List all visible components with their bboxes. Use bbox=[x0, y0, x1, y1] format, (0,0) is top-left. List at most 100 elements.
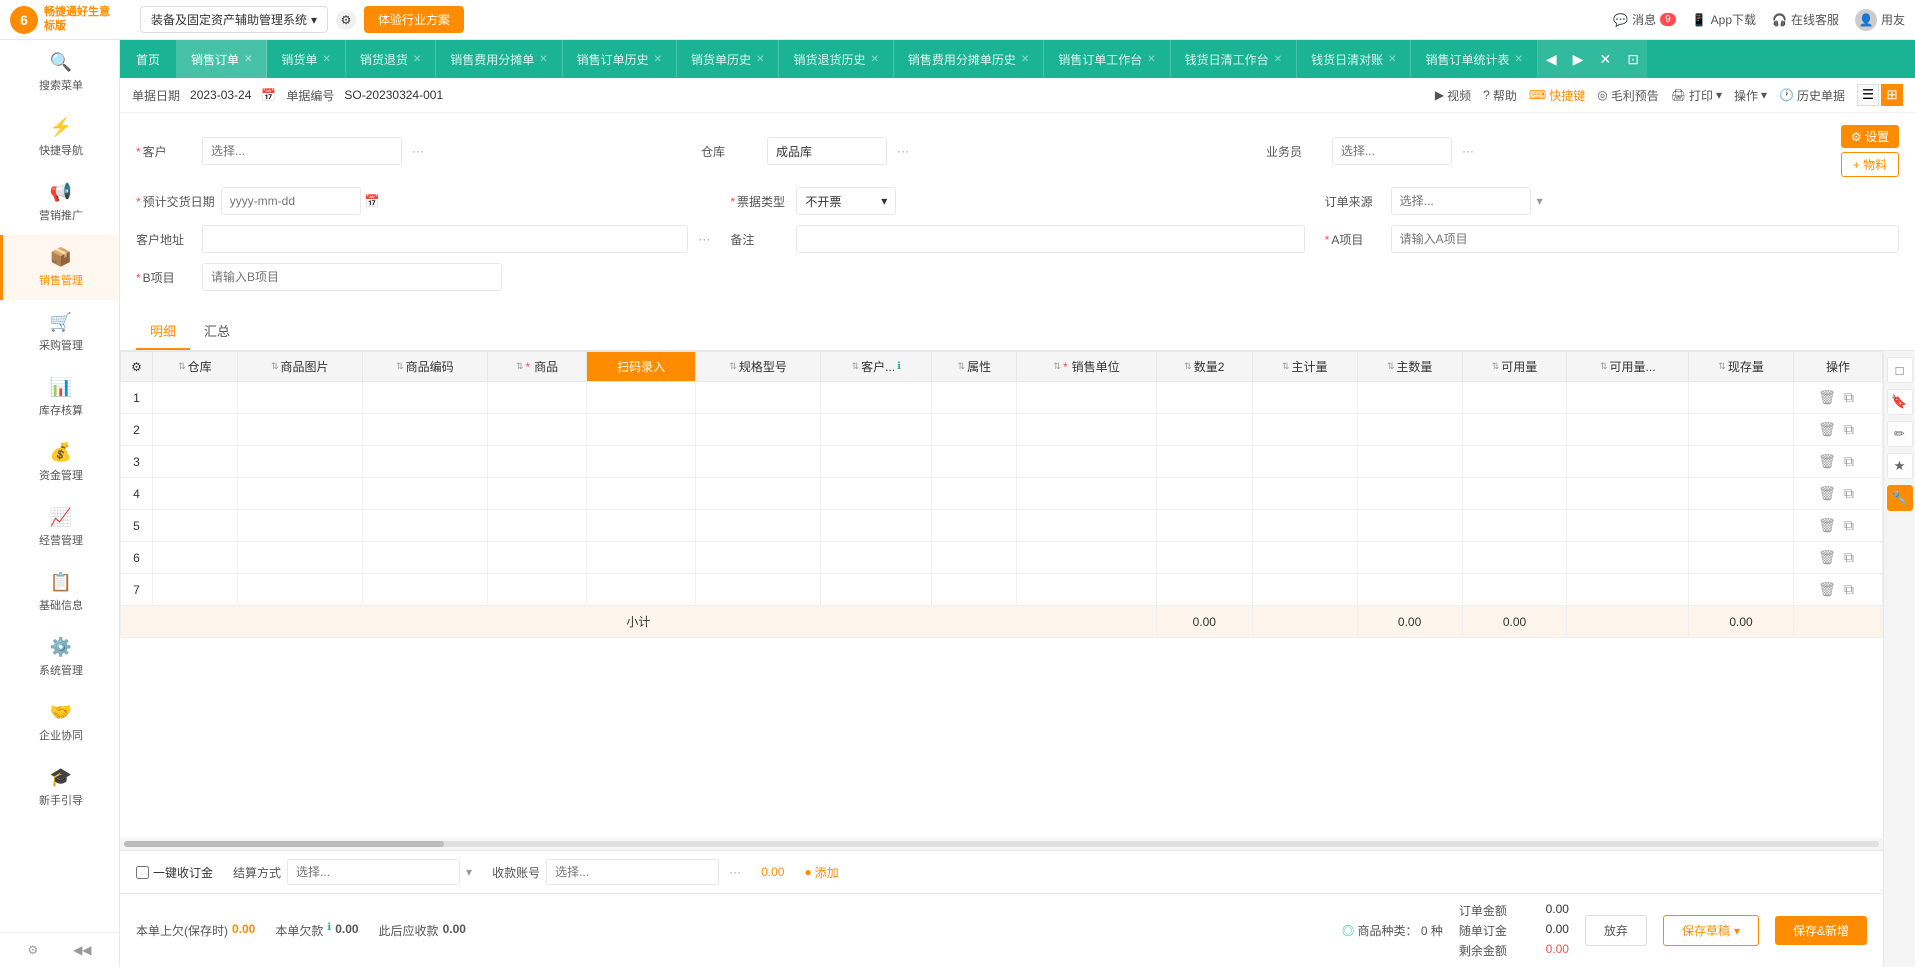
sidebar-item-sales[interactable]: 📦 销售管理 bbox=[0, 235, 119, 300]
th-code[interactable]: ⇅商品编码 bbox=[362, 352, 487, 382]
tab-close-sales-fee[interactable]: ✕ bbox=[539, 54, 547, 65]
row-2-image[interactable] bbox=[237, 414, 362, 446]
horizontal-scrollbar[interactable] bbox=[120, 838, 1883, 850]
th-customer-code[interactable]: ⇅客户...ℹ bbox=[821, 352, 932, 382]
tab-prev-btn[interactable]: ◀ bbox=[1538, 40, 1565, 78]
row-1-warehouse[interactable] bbox=[153, 382, 238, 414]
delete-icon-5[interactable]: 🗑 bbox=[1818, 517, 1836, 535]
row-2-stock[interactable] bbox=[1689, 414, 1794, 446]
scroll-thumb[interactable] bbox=[124, 841, 444, 847]
tab-close-invoice-history[interactable]: ✕ bbox=[756, 54, 764, 65]
bank-input[interactable] bbox=[546, 859, 719, 885]
sidebar-item-operations[interactable]: 📈 经营管理 bbox=[0, 495, 119, 560]
row-1-code[interactable] bbox=[362, 382, 487, 414]
row-1-stock[interactable] bbox=[1689, 382, 1794, 414]
row-1-image[interactable] bbox=[237, 382, 362, 414]
rpanel-icon-1[interactable]: □ bbox=[1887, 357, 1913, 383]
current-debt-info-icon[interactable]: ℹ bbox=[327, 922, 331, 939]
delete-icon-2[interactable]: 🗑 bbox=[1818, 421, 1836, 439]
row-1-spec[interactable] bbox=[696, 382, 821, 414]
staff-input[interactable] bbox=[1332, 137, 1452, 165]
tab-close-fee-history[interactable]: ✕ bbox=[1021, 54, 1029, 65]
sidebar-item-guide[interactable]: 🎓 新手引导 bbox=[0, 755, 119, 820]
copy-icon-2[interactable]: ⧉ bbox=[1840, 421, 1858, 439]
tab-daily-workbench[interactable]: 钱货日清工作台 ✕ bbox=[1171, 40, 1297, 78]
row-2-product[interactable] bbox=[487, 414, 586, 446]
sidebar-item-search[interactable]: 🔍 搜索菜单 bbox=[0, 40, 119, 105]
th-main-qty[interactable]: ⇅主数量 bbox=[1357, 352, 1462, 382]
tab-close-daily-workbench[interactable]: ✕ bbox=[1274, 54, 1282, 65]
tab-sales-return[interactable]: 销货退货 ✕ bbox=[346, 40, 436, 78]
delivery-input[interactable] bbox=[221, 187, 361, 215]
bank-dots-icon[interactable]: ··· bbox=[729, 865, 741, 879]
copy-icon-3[interactable]: ⧉ bbox=[1840, 453, 1858, 471]
row-1-customer-code[interactable] bbox=[821, 382, 932, 414]
print-btn[interactable]: 🖨 打印 ▾ bbox=[1671, 87, 1722, 104]
staff-dots-icon[interactable]: ··· bbox=[1462, 144, 1474, 158]
address-input[interactable] bbox=[202, 225, 688, 253]
copy-icon-1[interactable]: ⧉ bbox=[1840, 389, 1858, 407]
tab-sales-invoice[interactable]: 销货单 ✕ bbox=[267, 40, 345, 78]
tab-reconciliation[interactable]: 钱货日清对账 ✕ bbox=[1297, 40, 1411, 78]
tab-fee-history[interactable]: 销售费用分摊单历史 ✕ bbox=[894, 40, 1044, 78]
row-1-main-unit[interactable] bbox=[1252, 382, 1357, 414]
th-product[interactable]: ⇅*商品 bbox=[487, 352, 586, 382]
row-1-product[interactable] bbox=[487, 382, 586, 414]
app-download-btn[interactable]: 📱 App下载 bbox=[1692, 11, 1756, 28]
add-btn[interactable]: ● 添加 bbox=[804, 864, 838, 881]
online-service-btn[interactable]: 🎧 在线客服 bbox=[1772, 11, 1839, 28]
row-2-spec[interactable] bbox=[696, 414, 821, 446]
delete-icon-1[interactable]: 🗑 bbox=[1818, 389, 1836, 407]
add-material-btn[interactable]: + 物料 bbox=[1841, 152, 1899, 177]
tab-next-btn[interactable]: ▶ bbox=[1565, 40, 1592, 78]
history-btn[interactable]: 🕐 历史单据 bbox=[1779, 87, 1845, 104]
row-2-available[interactable] bbox=[1462, 414, 1567, 446]
tab-close-return-history[interactable]: ✕ bbox=[870, 54, 878, 65]
tab-invoice-history[interactable]: 销货单历史 ✕ bbox=[677, 40, 779, 78]
delete-icon-7[interactable]: 🗑 bbox=[1818, 581, 1836, 599]
th-main-unit[interactable]: ⇅主计量 bbox=[1252, 352, 1357, 382]
row-1-qty2[interactable] bbox=[1156, 382, 1252, 414]
tab-close-sales-invoice[interactable]: ✕ bbox=[322, 54, 330, 65]
th-available[interactable]: ⇅可用量 bbox=[1462, 352, 1567, 382]
user-menu[interactable]: 👤 用友 bbox=[1855, 9, 1905, 31]
calendar2-icon[interactable]: 📅 bbox=[365, 194, 380, 208]
tab-detail[interactable]: 明细 bbox=[136, 313, 190, 350]
view-btn[interactable]: ▶ 视频 bbox=[1435, 87, 1471, 104]
b-project-input[interactable] bbox=[202, 263, 502, 291]
tab-close-sales-order-history[interactable]: ✕ bbox=[654, 54, 662, 65]
sidebar-settings-icon[interactable]: ⚙ bbox=[27, 943, 38, 957]
row-1-main-qty[interactable] bbox=[1357, 382, 1462, 414]
list-view-btn[interactable]: ☰ bbox=[1857, 84, 1879, 106]
th-attribute[interactable]: ⇅属性 bbox=[932, 352, 1017, 382]
invoice-select[interactable]: 不开票 ▾ bbox=[796, 187, 896, 215]
th-unit[interactable]: ⇅*销售单位 bbox=[1017, 352, 1157, 382]
calendar-icon[interactable]: 📅 bbox=[261, 88, 276, 102]
row-3-warehouse[interactable] bbox=[153, 446, 238, 478]
sidebar-item-basic-info[interactable]: 📋 基础信息 bbox=[0, 560, 119, 625]
rpanel-icon-3[interactable]: ✏ bbox=[1887, 421, 1913, 447]
th-qty2[interactable]: ⇅数量2 bbox=[1156, 352, 1252, 382]
warehouse-value[interactable]: 成品库 bbox=[767, 137, 887, 165]
profit-btn[interactable]: ◎ 毛利预告 bbox=[1597, 87, 1659, 104]
delete-icon-6[interactable]: 🗑 bbox=[1818, 549, 1836, 567]
copy-icon-4[interactable]: ⧉ bbox=[1840, 485, 1858, 503]
one-click-checkbox[interactable] bbox=[136, 866, 149, 879]
address-dots-icon[interactable]: ··· bbox=[698, 232, 710, 246]
row-2-scan[interactable] bbox=[587, 414, 696, 446]
row-2-customer-code[interactable] bbox=[821, 414, 932, 446]
row-1-available2[interactable] bbox=[1567, 382, 1689, 414]
row-1-attribute[interactable] bbox=[932, 382, 1017, 414]
row-1-unit[interactable] bbox=[1017, 382, 1157, 414]
system-selector[interactable]: 装备及固定资产辅助管理系统 ▾ bbox=[140, 6, 328, 33]
row-2-main-unit[interactable] bbox=[1252, 414, 1357, 446]
customer-dots-icon[interactable]: ··· bbox=[412, 144, 424, 158]
remark-input[interactable] bbox=[796, 225, 1304, 253]
save-new-btn[interactable]: 保存&新增 bbox=[1775, 916, 1867, 945]
customer-input[interactable] bbox=[202, 137, 402, 165]
payment-input[interactable] bbox=[287, 859, 460, 885]
abandon-btn[interactable]: 放弃 bbox=[1585, 915, 1647, 946]
action-btn[interactable]: 操作 ▾ bbox=[1734, 87, 1767, 104]
th-available2[interactable]: ⇅可用量... bbox=[1567, 352, 1689, 382]
order-source-input[interactable] bbox=[1391, 187, 1531, 215]
